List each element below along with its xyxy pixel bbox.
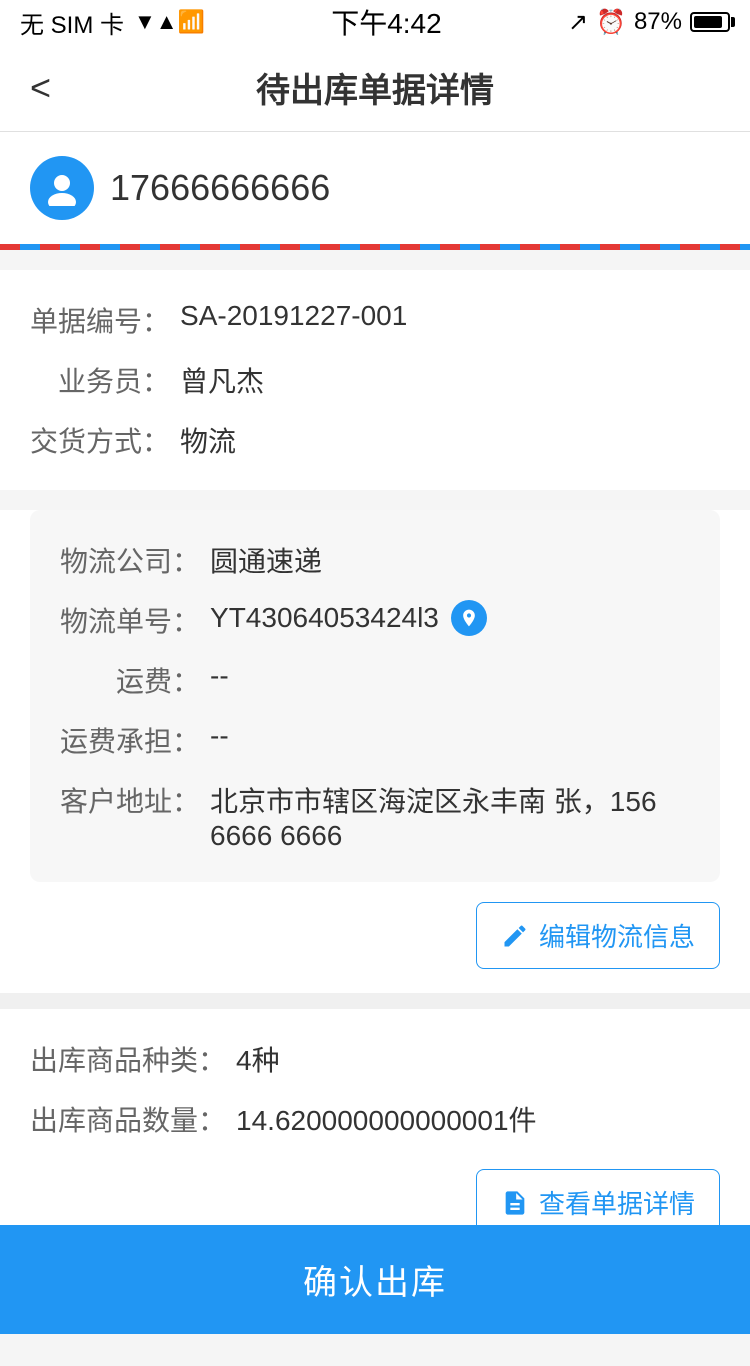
logistics-company-row: 物流公司： 圆通速递 [60,540,690,580]
alarm-icon: ⏰ [596,8,626,37]
logistics-card: 物流公司： 圆通速递 物流单号： YT43064053424l3 运费： -- … [30,510,720,882]
battery-fill [694,16,722,28]
confirm-btn-wrapper: 确认出库 [0,1225,750,1334]
delivery-value: 物流 [170,420,720,460]
delivery-row: 交货方式： 物流 [30,420,720,460]
logistics-tracking-label: 物流单号： [60,600,200,640]
address-label: 客户地址： [60,780,200,820]
order-info-section: 单据编号： SA-20191227-001 业务员： 曾凡杰 交货方式： 物流 [0,270,750,490]
battery-label: 87% [634,8,682,36]
confirm-outbound-button[interactable]: 确认出库 [0,1225,750,1334]
goods-quantity-label: 出库商品数量： [30,1099,226,1139]
nav-bar: < 待出库单据详情 [0,44,750,132]
goods-quantity-row: 出库商品数量： 14.620000000000001件 [30,1099,720,1139]
user-header: 17666666666 [0,132,750,244]
edit-icon [501,922,529,950]
staff-value: 曾凡杰 [170,360,720,400]
map-location-icon[interactable] [451,600,487,636]
freight-bearer-row: 运费承担： -- [60,720,690,760]
logistics-company-value: 圆通速递 [200,540,690,580]
freight-bearer-label: 运费承担： [60,720,200,760]
goods-section: 出库商品种类： 4种 出库商品数量： 14.620000000000001件 [0,1009,750,1169]
logistics-tracking-value: YT43064053424l3 [200,600,690,636]
location-status-icon: ↗ [568,8,588,37]
goods-quantity-value: 14.620000000000001件 [226,1099,720,1139]
staff-label: 业务员： [30,360,170,400]
address-value: 北京市市辖区海淀区永丰南 张，156 6666 6666 [200,780,690,852]
goods-type-row: 出库商品种类： 4种 [30,1039,720,1079]
status-bar-left: 无 SIM 卡 ▼▲📶 [20,5,205,40]
dashed-divider [0,244,750,250]
freight-row: 运费： -- [60,660,690,700]
edit-btn-row: 编辑物流信息 [0,902,750,993]
section-divider [0,993,750,1009]
back-button[interactable]: < [30,67,51,109]
battery-icon [690,12,730,32]
document-icon [501,1189,529,1217]
status-bar-time: 下午4:42 [331,2,442,42]
freight-value: -- [200,660,690,692]
page-title: 待出库单据详情 [256,63,494,112]
user-phone: 17666666666 [110,167,330,209]
order-no-label: 单据编号： [30,300,170,340]
status-bar-right: ↗ ⏰ 87% [568,8,730,37]
wifi-icon: ▼▲📶 [134,9,205,35]
goods-type-value: 4种 [226,1039,720,1079]
edit-logistics-button[interactable]: 编辑物流信息 [476,902,720,969]
avatar-icon [44,170,80,206]
status-bar: 无 SIM 卡 ▼▲📶 下午4:42 ↗ ⏰ 87% [0,0,750,44]
order-no-value: SA-20191227-001 [170,300,720,332]
freight-label: 运费： [60,660,200,700]
logistics-company-label: 物流公司： [60,540,200,580]
address-row: 客户地址： 北京市市辖区海淀区永丰南 张，156 6666 6666 [60,780,690,852]
carrier-label: 无 SIM 卡 [20,5,124,40]
delivery-label: 交货方式： [30,420,170,460]
goods-type-label: 出库商品种类： [30,1039,226,1079]
logistics-tracking-row: 物流单号： YT43064053424l3 [60,600,690,640]
avatar [30,156,94,220]
order-no-row: 单据编号： SA-20191227-001 [30,300,720,340]
staff-row: 业务员： 曾凡杰 [30,360,720,400]
freight-bearer-value: -- [200,720,690,752]
